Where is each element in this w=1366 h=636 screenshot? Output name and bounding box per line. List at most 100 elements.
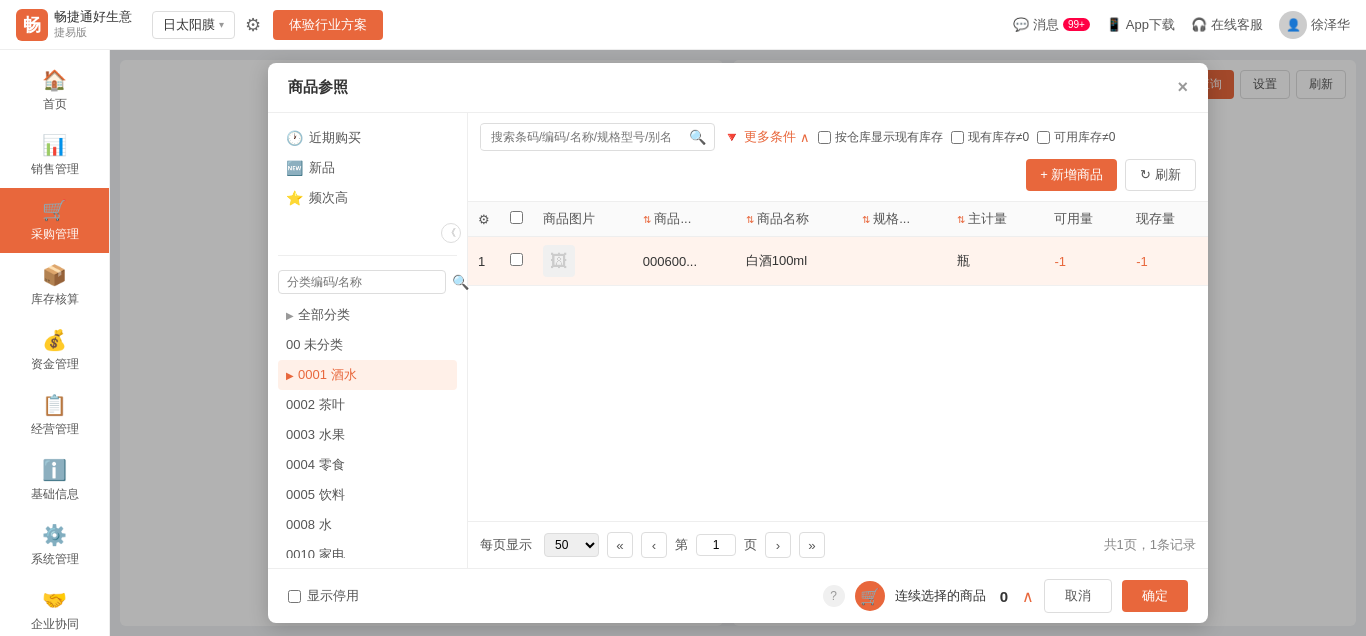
basic-icon: ℹ️ <box>42 458 67 482</box>
add-product-button[interactable]: + 新增商品 <box>1026 159 1117 191</box>
checkbox-available[interactable] <box>1037 131 1050 144</box>
sidebar-item-sales[interactable]: 📊 销售管理 <box>0 123 109 188</box>
cat-item-00[interactable]: 00 未分类 <box>278 330 457 360</box>
cat-search-row: 🔍 <box>268 264 467 300</box>
th-img-label: 商品图片 <box>543 211 595 226</box>
th-available-label: 可用量 <box>1054 211 1093 226</box>
cancel-button[interactable]: 取消 <box>1044 579 1112 613</box>
th-settings[interactable]: ⚙ <box>468 202 500 237</box>
collapse-cart-icon[interactable]: ∧ <box>1022 587 1034 606</box>
cat-item-0004[interactable]: 0004 零食 <box>278 450 457 480</box>
last-page-btn[interactable]: » <box>799 532 825 558</box>
cat-item-all[interactable]: ▶ 全部分类 <box>278 300 457 330</box>
sort-name-icon: ⇅ <box>746 214 754 225</box>
sidebar-item-basic[interactable]: ℹ️ 基础信息 <box>0 448 109 513</box>
quick-link-frequent[interactable]: ⭐ 频次高 <box>278 183 457 213</box>
sidebar-item-system[interactable]: ⚙️ 系统管理 <box>0 513 109 578</box>
sidebar-item-inventory[interactable]: 📦 库存核算 <box>0 253 109 318</box>
nav-select[interactable]: 日太阳膜 ▾ <box>152 11 235 39</box>
trial-button[interactable]: 体验行业方案 <box>273 10 383 40</box>
cell-stock: -1 <box>1126 237 1208 286</box>
table-row[interactable]: 1 🖼 000600... 白酒100ml <box>468 237 1208 286</box>
cat-search-btn[interactable]: 🔍 <box>452 274 469 290</box>
checkbox-available-label[interactable]: 可用库存≠0 <box>1037 129 1115 146</box>
checkbox-warehouse-text: 按仓库显示现有库存 <box>835 129 943 146</box>
cat-item-0001[interactable]: ▶ 0001 酒水 <box>278 360 457 390</box>
refresh-button[interactable]: ↻ 刷新 <box>1125 159 1196 191</box>
dialog-title: 商品参照 <box>288 78 348 97</box>
first-page-btn[interactable]: « <box>607 532 633 558</box>
th-spec[interactable]: ⇅ 规格... <box>852 202 947 237</box>
cart-button[interactable]: 🛒 <box>855 581 885 611</box>
cart-label-text: 连续选择的商品 <box>895 587 986 605</box>
message-item[interactable]: 💬 消息 99+ <box>1013 16 1090 34</box>
star-icon: ⭐ <box>286 190 303 206</box>
show-disabled-checkbox[interactable] <box>288 590 301 603</box>
checkbox-warehouse[interactable] <box>818 131 831 144</box>
select-all-checkbox[interactable] <box>510 211 523 224</box>
online-service-item[interactable]: 🎧 在线客服 <box>1191 16 1263 34</box>
username: 徐泽华 <box>1311 16 1350 34</box>
app-download-item[interactable]: 📱 App下载 <box>1106 16 1175 34</box>
all-arrow-icon: ▶ <box>286 310 294 321</box>
user-area[interactable]: 👤 徐泽华 <box>1279 11 1350 39</box>
dialog-body: 🕐 近期购买 🆕 新品 ⭐ 频次高 <box>268 113 1208 568</box>
checkbox-stock-text: 现有库存≠0 <box>968 129 1029 146</box>
dialog-header: 商品参照 × <box>268 63 1208 113</box>
topnav: 畅 畅捷通好生意 捷易版 日太阳膜 ▾ ⚙ 体验行业方案 💬 消息 99+ 📱 … <box>0 0 1366 50</box>
message-label: 消息 <box>1033 16 1059 34</box>
th-unit[interactable]: ⇅ 主计量 <box>947 202 1045 237</box>
gear-icon[interactable]: ⚙ <box>245 14 261 36</box>
help-icon[interactable]: ? <box>823 585 845 607</box>
nav-dropdown-icon: ▾ <box>219 19 224 30</box>
show-disabled-label[interactable]: 显示停用 <box>288 587 359 605</box>
logo-sub: 捷易版 <box>54 25 132 40</box>
cat-item-0005[interactable]: 0005 饮料 <box>278 480 457 510</box>
sidebar-item-home[interactable]: 🏠 首页 <box>0 58 109 123</box>
th-code[interactable]: ⇅ 商品... <box>633 202 736 237</box>
sort-unit-icon: ⇅ <box>957 214 965 225</box>
app-body: 🏠 首页 📊 销售管理 🛒 采购管理 📦 库存核算 💰 资金管理 📋 经营管理 … <box>0 50 1366 636</box>
cat-label-0001: 0001 酒水 <box>298 366 357 384</box>
checkbox-warehouse-label[interactable]: 按仓库显示现有库存 <box>818 129 943 146</box>
sidebar-item-collab[interactable]: 🤝 企业协同 <box>0 578 109 636</box>
table-header-row: ⚙ 商品图片 <box>468 202 1208 237</box>
page-input[interactable] <box>696 534 736 556</box>
message-badge: 99+ <box>1063 18 1090 31</box>
search-input[interactable] <box>481 125 681 149</box>
sidebar-label-inventory: 库存核算 <box>31 291 79 308</box>
cat-label-0004: 0004 零食 <box>286 456 345 474</box>
logo-text: 畅捷通好生意 <box>54 9 132 25</box>
cat-item-0010[interactable]: 0010 家电 <box>278 540 457 558</box>
confirm-button[interactable]: 确定 <box>1122 580 1188 612</box>
home-icon: 🏠 <box>42 68 67 92</box>
sidebar-label-sales: 销售管理 <box>31 161 79 178</box>
row-checkbox[interactable] <box>510 253 523 266</box>
cat-label-0008: 0008 水 <box>286 516 332 534</box>
cell-spec <box>852 237 947 286</box>
checkbox-stock-label[interactable]: 现有库存≠0 <box>951 129 1029 146</box>
sidebar-item-finance[interactable]: 💰 资金管理 <box>0 318 109 383</box>
th-name[interactable]: ⇅ 商品名称 <box>736 202 852 237</box>
logo-text-area: 畅捷通好生意 捷易版 <box>54 9 132 40</box>
close-icon[interactable]: × <box>1177 77 1188 98</box>
search-button[interactable]: 🔍 <box>681 124 714 150</box>
cell-name: 白酒100ml <box>736 237 852 286</box>
cat-item-0002[interactable]: 0002 茶叶 <box>278 390 457 420</box>
sidebar-item-purchase[interactable]: 🛒 采购管理 <box>0 188 109 253</box>
checkbox-stock[interactable] <box>951 131 964 144</box>
cat-item-0008[interactable]: 0008 水 <box>278 510 457 540</box>
per-page-select[interactable]: 50 10 20 100 <box>544 533 599 557</box>
quick-link-new[interactable]: 🆕 新品 <box>278 153 457 183</box>
sort-spec-icon: ⇅ <box>862 214 870 225</box>
quick-link-recent[interactable]: 🕐 近期购买 <box>278 123 457 153</box>
prev-page-btn[interactable]: ‹ <box>641 532 667 558</box>
sidebar-item-operation[interactable]: 📋 经营管理 <box>0 383 109 448</box>
category-list: ▶ 全部分类 00 未分类 ▶ 0001 酒水 0002 茶 <box>268 300 467 558</box>
collapse-panel-btn[interactable]: 《 <box>441 223 461 243</box>
cat-item-0003[interactable]: 0003 水果 <box>278 420 457 450</box>
next-page-btn[interactable]: › <box>765 532 791 558</box>
filter-button[interactable]: 🔻 更多条件 ∧ <box>723 128 810 146</box>
cat-search-input[interactable] <box>278 270 446 294</box>
filter-arrow-icon: ∧ <box>800 130 810 145</box>
